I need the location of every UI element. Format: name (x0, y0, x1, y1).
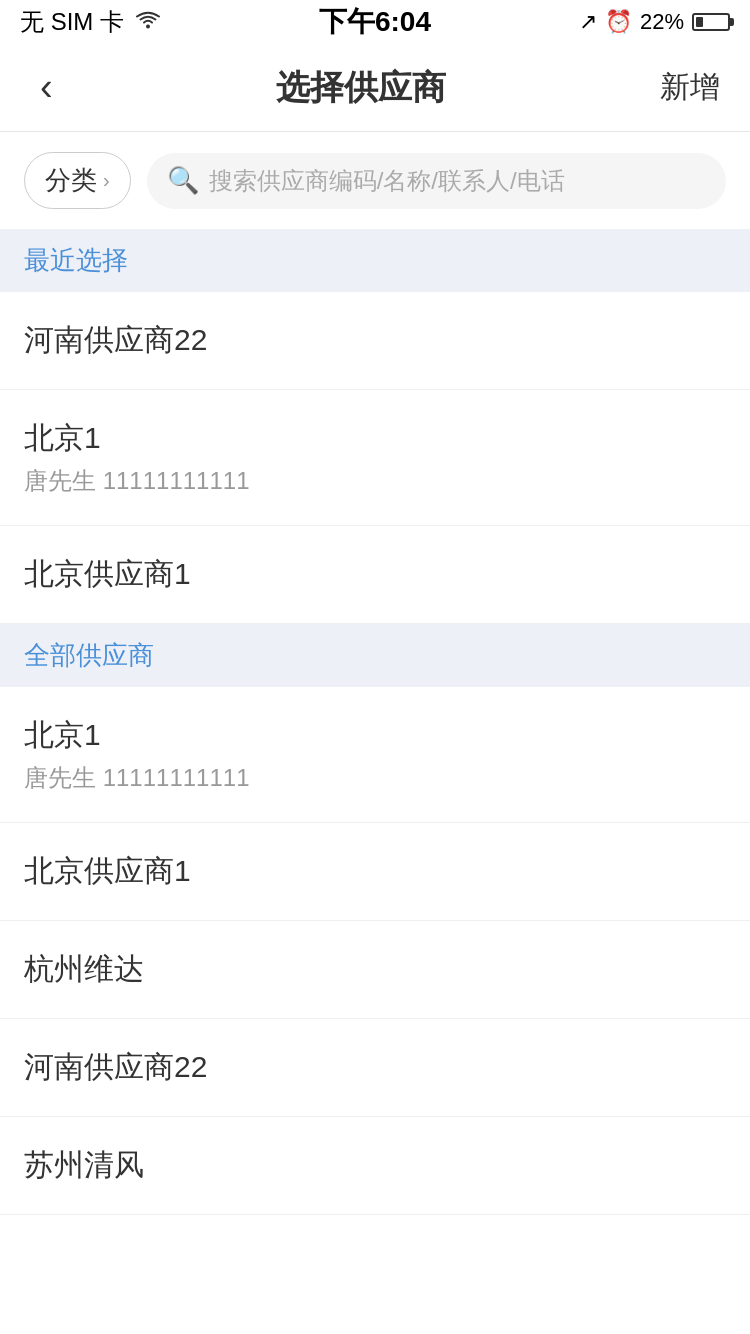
nav-bar: ‹ 选择供应商 新增 (0, 44, 750, 132)
location-icon: ↗ (579, 9, 597, 35)
all-list-item[interactable]: 河南供应商22 (0, 1019, 750, 1117)
battery-percent: 22% (640, 9, 684, 35)
category-filter-button[interactable]: 分类 › (24, 152, 131, 209)
recent-section-label: 最近选择 (24, 245, 128, 275)
wifi-icon (134, 8, 162, 36)
no-sim-text: 无 SIM 卡 (20, 6, 124, 38)
category-label: 分类 (45, 163, 97, 198)
all-section-label: 全部供应商 (24, 640, 154, 670)
status-bar: 无 SIM 卡 下午6:04 ↗ ⏰ 22% (0, 0, 750, 44)
item-name: 北京供应商1 (24, 851, 726, 892)
item-name: 河南供应商22 (24, 320, 726, 361)
battery-icon (692, 13, 730, 31)
status-time: 下午6:04 (319, 3, 431, 41)
item-name: 北京1 (24, 418, 726, 459)
recent-list-item[interactable]: 北京供应商1 (0, 526, 750, 624)
all-list: 北京1 唐先生 11111111111 北京供应商1 杭州维达河南供应商22 苏州清风 (0, 687, 750, 1215)
filter-bar: 分类 › 🔍 搜索供应商编码/名称/联系人/电话 (0, 132, 750, 229)
recent-list-item[interactable]: 河南供应商22 (0, 292, 750, 390)
svg-point-0 (146, 25, 150, 29)
item-name: 杭州维达 (24, 949, 726, 990)
status-right: ↗ ⏰ 22% (579, 9, 730, 35)
add-button[interactable]: 新增 (660, 67, 720, 108)
item-sub: 唐先生 11111111111 (24, 762, 726, 794)
item-name: 河南供应商22 (24, 1047, 726, 1088)
alarm-icon: ⏰ (605, 9, 632, 35)
search-input[interactable]: 搜索供应商编码/名称/联系人/电话 (209, 165, 565, 197)
item-name: 北京供应商1 (24, 554, 726, 595)
back-button[interactable]: ‹ (30, 56, 63, 119)
all-list-item[interactable]: 苏州清风 (0, 1117, 750, 1215)
recent-list: 河南供应商22 北京1 唐先生 11111111111 北京供应商1 (0, 292, 750, 624)
recent-section-header: 最近选择 (0, 229, 750, 292)
all-section-header: 全部供应商 (0, 624, 750, 687)
recent-list-item[interactable]: 北京1 唐先生 11111111111 (0, 390, 750, 526)
status-left: 无 SIM 卡 (20, 6, 162, 38)
page-title: 选择供应商 (276, 65, 446, 111)
item-name: 北京1 (24, 715, 726, 756)
search-icon: 🔍 (167, 165, 199, 196)
all-list-item[interactable]: 北京1 唐先生 11111111111 (0, 687, 750, 823)
item-name: 苏州清风 (24, 1145, 726, 1186)
chevron-right-icon: › (103, 169, 110, 192)
search-input-wrap[interactable]: 🔍 搜索供应商编码/名称/联系人/电话 (147, 153, 726, 209)
all-list-item[interactable]: 杭州维达 (0, 921, 750, 1019)
item-sub: 唐先生 11111111111 (24, 465, 726, 497)
all-list-item[interactable]: 北京供应商1 (0, 823, 750, 921)
